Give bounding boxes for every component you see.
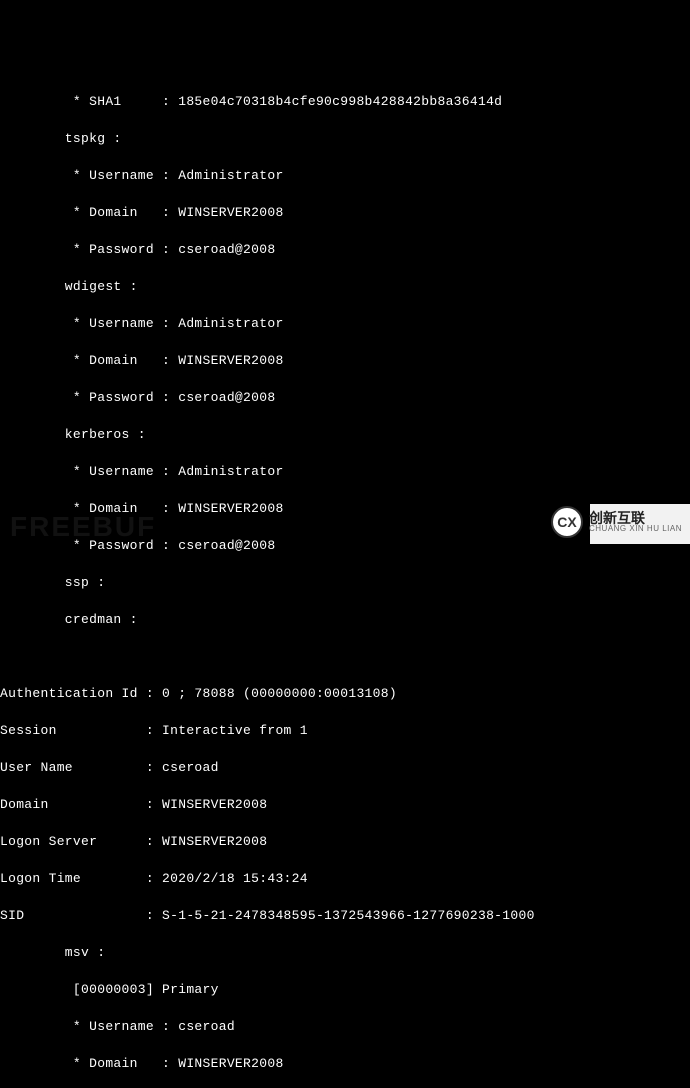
kerberos-domain: * Domain : WINSERVER2008	[0, 500, 690, 519]
kerberos-username: * Username : Administrator	[0, 463, 690, 482]
tspkg-password: * Password : cseroad@2008	[0, 241, 690, 260]
session: Session : Interactive from 1	[0, 722, 690, 741]
logon-time: Logon Time : 2020/2/18 15:43:24	[0, 870, 690, 889]
blank-line	[0, 648, 690, 667]
cred-sha1: * SHA1 : 185e04c70318b4cfe90c998b428842b…	[0, 93, 690, 112]
auth-id: Authentication Id : 0 ; 78088 (00000000:…	[0, 685, 690, 704]
terminal-output: * SHA1 : 185e04c70318b4cfe90c998b428842b…	[0, 74, 690, 1088]
user-name: User Name : cseroad	[0, 759, 690, 778]
tspkg-header: tspkg :	[0, 130, 690, 149]
msv-domain: * Domain : WINSERVER2008	[0, 1055, 690, 1074]
tspkg-domain: * Domain : WINSERVER2008	[0, 204, 690, 223]
ssp-header: ssp :	[0, 574, 690, 593]
wdigest-header: wdigest :	[0, 278, 690, 297]
credman-header: credman :	[0, 611, 690, 630]
msv-header: msv :	[0, 944, 690, 963]
tspkg-username: * Username : Administrator	[0, 167, 690, 186]
sid: SID : S-1-5-21-2478348595-1372543966-127…	[0, 907, 690, 926]
msv-username: * Username : cseroad	[0, 1018, 690, 1037]
domain: Domain : WINSERVER2008	[0, 796, 690, 815]
kerberos-password: * Password : cseroad@2008	[0, 537, 690, 556]
wdigest-password: * Password : cseroad@2008	[0, 389, 690, 408]
kerberos-header: kerberos :	[0, 426, 690, 445]
logon-server: Logon Server : WINSERVER2008	[0, 833, 690, 852]
wdigest-domain: * Domain : WINSERVER2008	[0, 352, 690, 371]
wdigest-username: * Username : Administrator	[0, 315, 690, 334]
watermark-right-bg	[590, 504, 690, 544]
msv-primary: [00000003] Primary	[0, 981, 690, 1000]
